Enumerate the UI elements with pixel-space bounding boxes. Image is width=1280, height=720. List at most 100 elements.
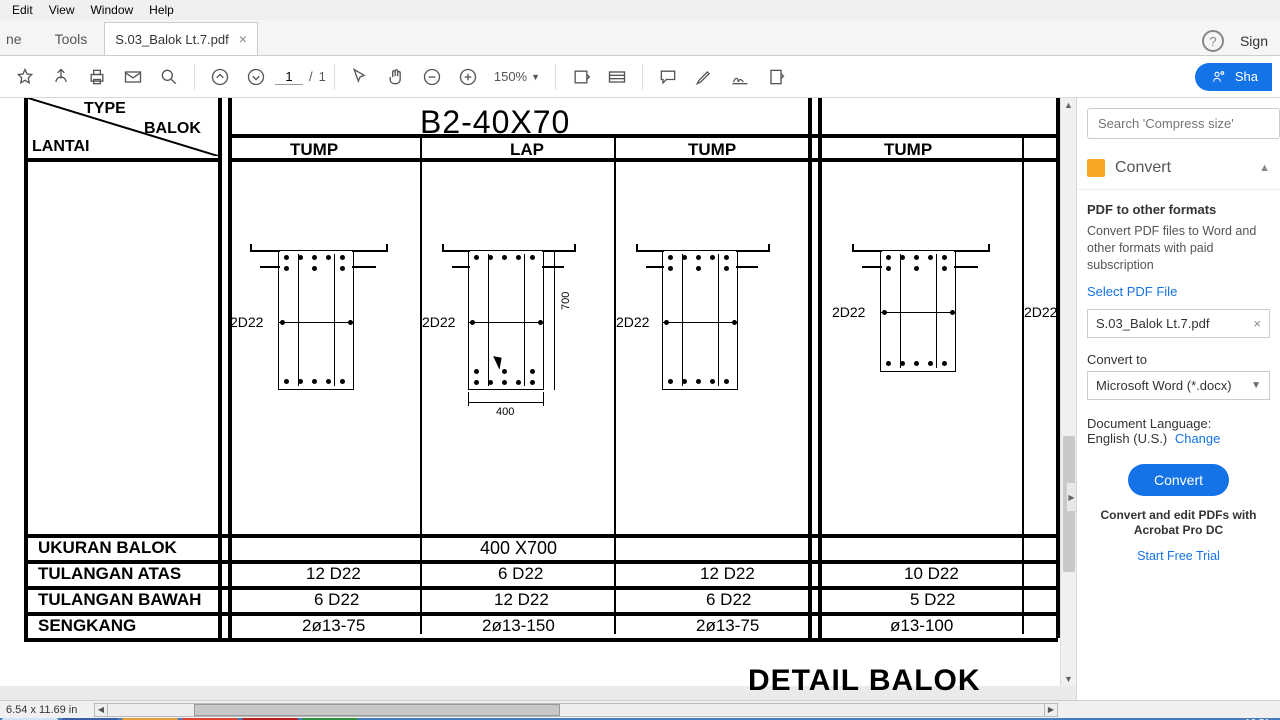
sign-icon[interactable]	[723, 60, 757, 94]
beam-section-2: 2D22	[618, 244, 808, 424]
ukuran-val: 400 X700	[480, 538, 557, 559]
format-dropdown[interactable]: Microsoft Word (*.docx) ▼	[1087, 371, 1270, 400]
rebar-label-0: 2D22	[230, 314, 263, 330]
zoom-out-icon[interactable]	[415, 60, 449, 94]
document-viewport[interactable]: B2-40X70 TYPE BALOK LANTAI TUMP LAP TUMP…	[0, 98, 1076, 700]
beam-section-0: 2D22	[230, 244, 410, 424]
convert-section-header[interactable]: Convert ▲	[1077, 149, 1280, 190]
hscroll-right-icon[interactable]: ▶	[1044, 703, 1058, 717]
tab-document[interactable]: S.03_Balok Lt.7.pdf ×	[104, 22, 258, 55]
fit-width-icon[interactable]	[564, 60, 598, 94]
page-dimensions: 6.54 x 11.69 in	[0, 704, 83, 716]
tab-home[interactable]: ne	[0, 23, 39, 55]
star-icon[interactable]	[8, 60, 42, 94]
bawah-1: 12 D22	[494, 590, 549, 610]
rebar-label-4: 2D22	[1024, 304, 1057, 320]
doc-lang-label: Document Language:	[1087, 416, 1270, 431]
tab-document-label: S.03_Balok Lt.7.pdf	[115, 32, 228, 47]
page-indicator: / 1	[275, 69, 326, 85]
colhdr-3: TUMP	[884, 140, 932, 160]
bawah-3: 5 D22	[910, 590, 955, 610]
atas-0: 12 D22	[306, 564, 361, 584]
zoom-in-icon[interactable]	[451, 60, 485, 94]
colhdr-2: TUMP	[688, 140, 736, 160]
scroll-up-icon[interactable]: ▲	[1061, 98, 1076, 112]
toolbar: / 1 150% ▼ Sha	[0, 56, 1280, 98]
change-lang-link[interactable]: Change	[1175, 431, 1221, 446]
page-total: 1	[319, 69, 326, 84]
atas-2: 12 D22	[700, 564, 755, 584]
menu-window[interactable]: Window	[82, 1, 141, 19]
chevron-down-icon: ▼	[531, 72, 540, 82]
scroll-down-icon[interactable]: ▼	[1061, 672, 1076, 686]
upload-icon[interactable]	[44, 60, 78, 94]
zoom-value: 150%	[494, 69, 527, 84]
beam-section-1: 2D22 700 400	[424, 244, 614, 444]
horizontal-scrollbar[interactable]: ◀ ▶	[94, 703, 1058, 717]
tab-tools[interactable]: Tools	[39, 23, 105, 55]
atas-3: 10 D22	[904, 564, 959, 584]
page-current-input[interactable]	[275, 69, 303, 85]
tab-bar: ne Tools S.03_Balok Lt.7.pdf × ? Sign	[0, 20, 1280, 56]
chevron-up-icon: ▲	[1259, 162, 1270, 174]
share-label: Sha	[1235, 69, 1258, 84]
print-icon[interactable]	[80, 60, 114, 94]
select-file-link[interactable]: Select PDF File	[1087, 284, 1270, 299]
tools-search-input[interactable]	[1087, 108, 1280, 139]
highlight-icon[interactable]	[687, 60, 721, 94]
chevron-down-icon: ▼	[1251, 380, 1261, 391]
row-bawah: TULANGAN BAWAH	[38, 590, 201, 610]
start-trial-link[interactable]: Start Free Trial	[1077, 543, 1280, 569]
row-atas: TULANGAN ATAS	[38, 564, 181, 584]
beam-section-3: 2D22 2D22	[832, 244, 1032, 424]
rebar-label-2: 2D22	[616, 314, 649, 330]
main-area: B2-40X70 TYPE BALOK LANTAI TUMP LAP TUMP…	[0, 98, 1280, 700]
menu-help[interactable]: Help	[141, 1, 182, 19]
page-up-icon[interactable]	[203, 60, 237, 94]
convert-to-label: Convert to	[1077, 338, 1280, 367]
format-value: Microsoft Word (*.docx)	[1096, 378, 1232, 393]
pdf-other-heading: PDF to other formats	[1087, 202, 1270, 217]
page-sep: /	[309, 69, 313, 84]
dim-h: 700	[560, 292, 572, 310]
convert-title: Convert	[1115, 159, 1249, 177]
status-bar: 6.54 x 11.69 in ◀ ▶	[0, 700, 1280, 718]
remove-file-icon[interactable]: ×	[1253, 316, 1261, 331]
row-sengkang: SENGKANG	[38, 616, 136, 636]
sengk-2: 2ø13-75	[696, 616, 759, 636]
hscroll-thumb[interactable]	[194, 704, 560, 716]
hscroll-left-icon[interactable]: ◀	[94, 703, 108, 717]
menu-view[interactable]: View	[41, 1, 83, 19]
share-button[interactable]: Sha	[1195, 63, 1272, 91]
panel-collapse-handle[interactable]: ▶	[1066, 482, 1076, 512]
close-tab-icon[interactable]: ×	[239, 31, 247, 47]
select-tool-icon[interactable]	[343, 60, 377, 94]
right-panel: Convert ▲ PDF to other formats Convert P…	[1076, 98, 1280, 700]
menu-edit[interactable]: Edit	[4, 1, 41, 19]
sign-in-button[interactable]: Sign	[1236, 27, 1272, 55]
convert-button[interactable]: Convert	[1128, 464, 1229, 496]
selected-file-box[interactable]: S.03_Balok Lt.7.pdf ×	[1087, 309, 1270, 338]
page-display-icon[interactable]	[600, 60, 634, 94]
help-icon[interactable]: ?	[1202, 30, 1224, 52]
comment-icon[interactable]	[651, 60, 685, 94]
atas-1: 6 D22	[498, 564, 543, 584]
row-ukuran: UKURAN BALOK	[38, 538, 177, 558]
vertical-scrollbar[interactable]: ▲ ▼	[1060, 98, 1076, 686]
find-icon[interactable]	[152, 60, 186, 94]
colhdr-0: TUMP	[290, 140, 338, 160]
rebar-label-1: 2D22	[422, 314, 455, 330]
sengk-0: 2ø13-75	[302, 616, 365, 636]
doc-lang-value: English (U.S.)	[1087, 431, 1167, 446]
bawah-0: 6 D22	[314, 590, 359, 610]
mail-icon[interactable]	[116, 60, 150, 94]
zoom-dropdown[interactable]: 150% ▼	[487, 66, 547, 87]
pdf-page: B2-40X70 TYPE BALOK LANTAI TUMP LAP TUMP…	[0, 98, 1060, 686]
bawah-2: 6 D22	[706, 590, 751, 610]
rebar-label-3: 2D22	[832, 304, 865, 320]
detail-label: DETAIL BALOK	[748, 664, 981, 698]
stamp-icon[interactable]	[759, 60, 793, 94]
selected-file-name: S.03_Balok Lt.7.pdf	[1096, 316, 1209, 331]
hand-tool-icon[interactable]	[379, 60, 413, 94]
page-down-icon[interactable]	[239, 60, 273, 94]
